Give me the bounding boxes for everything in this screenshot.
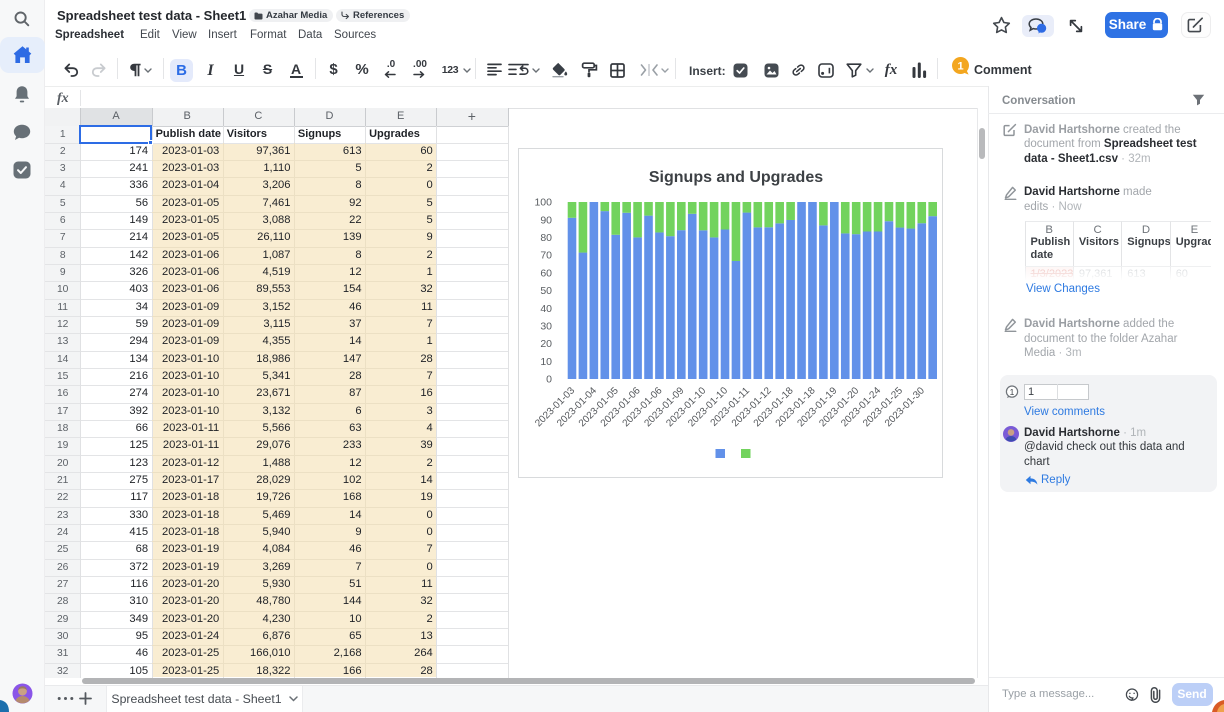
svg-text:20: 20 [540,338,552,350]
svg-text:60: 60 [540,267,552,279]
svg-text:90: 90 [540,214,552,226]
svg-text:70: 70 [540,250,552,262]
svg-text:0: 0 [546,374,552,386]
svg-text:10: 10 [540,356,552,368]
svg-text:50: 50 [540,285,552,297]
svg-text:Signups and Upgrades: Signups and Upgrades [649,169,823,186]
svg-text:80: 80 [540,232,552,244]
svg-text:100: 100 [534,197,552,209]
svg-text:30: 30 [540,321,552,333]
svg-text:40: 40 [540,303,552,315]
svg-text:1: 1 [957,60,963,72]
svg-text:1: 1 [1010,387,1015,397]
